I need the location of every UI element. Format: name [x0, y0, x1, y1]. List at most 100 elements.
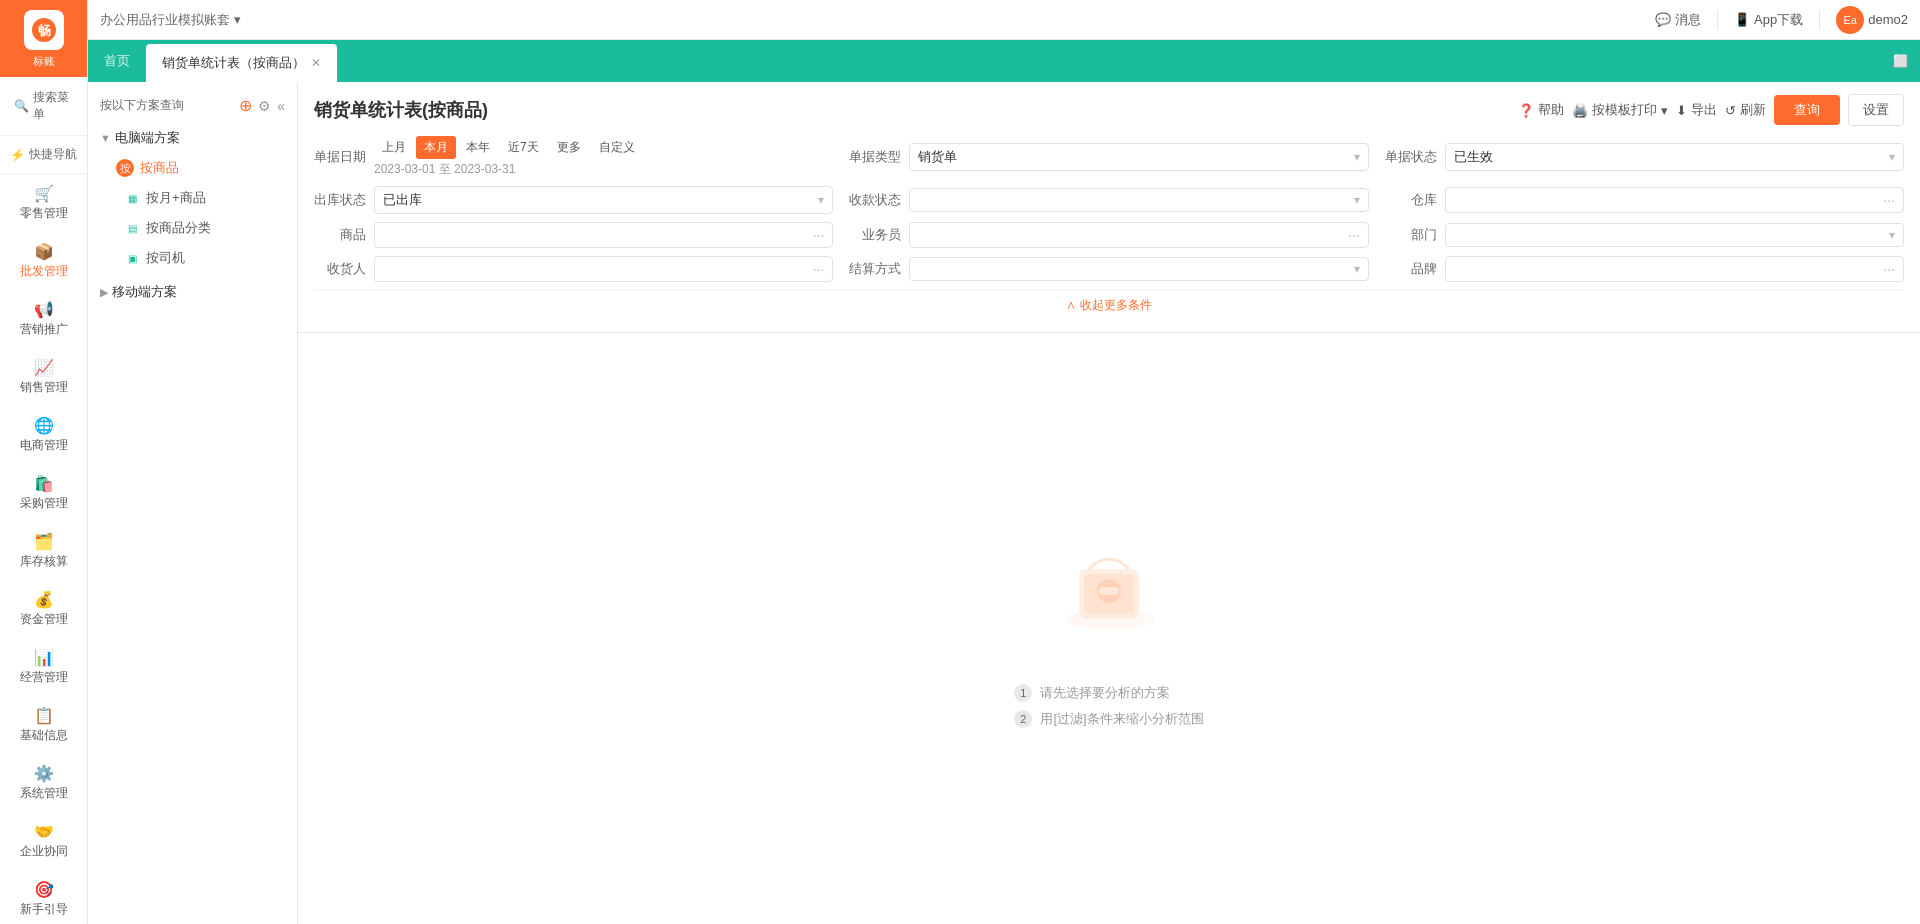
schema-item-by-cashier[interactable]: ▣ 按司机 — [88, 243, 297, 273]
tab-close-button[interactable]: ✕ — [311, 56, 321, 70]
tab-home[interactable]: 首页 — [88, 40, 146, 82]
by-product-label: 按商品 — [140, 159, 179, 177]
sidebar-item-enterprise[interactable]: 🤝 企业协同 — [0, 812, 87, 870]
sidebar-item-newbie[interactable]: 🎯 新手引导 — [0, 870, 87, 924]
sidebar-item-wholesale[interactable]: 📦 批发管理 — [0, 232, 87, 290]
schema-item-by-product[interactable]: 按 按商品 — [88, 153, 297, 183]
export-button[interactable]: ⬇ 导出 — [1676, 101, 1717, 119]
sidebar-item-marketing[interactable]: 📢 营销推广 — [0, 290, 87, 348]
operation-label: 经营管理 — [20, 669, 68, 686]
desktop-group-label: 电脑端方案 — [115, 129, 180, 147]
mobile-group-header[interactable]: ▶ 移动端方案 — [88, 277, 297, 307]
doc-status-control[interactable]: 已生效 ▾ — [1445, 143, 1904, 171]
filter-row-3: 商品 ··· 业务员 ··· 部门 — [314, 222, 1904, 248]
enterprise-icon: 🤝 — [34, 822, 54, 841]
schema-settings-button[interactable]: ⚙ — [258, 98, 271, 114]
date-tab-this-month[interactable]: 本月 — [416, 136, 456, 159]
doc-status-arrow: ▾ — [1889, 150, 1895, 164]
collapse-bar[interactable]: ∧ 收起更多条件 — [314, 290, 1904, 320]
separator — [1717, 10, 1718, 30]
sidebar-item-inventory[interactable]: 🗂️ 库存核算 — [0, 522, 87, 580]
download-icon: 📱 — [1734, 12, 1750, 27]
date-tab-last-month[interactable]: 上月 — [374, 136, 414, 159]
desktop-group-header[interactable]: ▼ 电脑端方案 — [88, 123, 297, 153]
nav-icon: ⚡ — [10, 148, 25, 162]
settings-button[interactable]: 设置 — [1848, 94, 1904, 126]
salesperson-filter-item: 业务员 ··· — [849, 222, 1368, 248]
out-status-control[interactable]: 已出库 ▾ — [374, 186, 833, 214]
industry-selector[interactable]: 办公用品行业模拟账套 ▾ — [100, 11, 241, 29]
product-dots: ··· — [813, 227, 825, 243]
date-tab-custom[interactable]: 自定义 — [591, 136, 643, 159]
sidebar-item-sales[interactable]: 📈 销售管理 — [0, 348, 87, 406]
print-button[interactable]: 🖨️ 按模板打印 ▾ — [1572, 101, 1668, 119]
department-control[interactable]: ▾ — [1445, 223, 1904, 247]
date-tab-this-year[interactable]: 本年 — [458, 136, 498, 159]
print-label: 按模板打印 — [1592, 101, 1657, 119]
marketing-icon: 📢 — [34, 300, 54, 319]
sidebar-item-operation[interactable]: 📊 经营管理 — [0, 638, 87, 696]
desktop-group-arrow: ▼ — [100, 132, 111, 144]
sidebar-item-system[interactable]: ⚙️ 系统管理 — [0, 754, 87, 812]
date-tabs: 上月 本月 本年 近7天 更多 自定义 — [374, 136, 833, 159]
purchase-label: 采购管理 — [20, 495, 68, 512]
date-tab-more[interactable]: 更多 — [549, 136, 589, 159]
user-name: demo2 — [1868, 12, 1908, 27]
sidebar: 畅 标账 🔍 搜索菜单 ⚡ 快捷导航 🛒 零售管理 📦 批发管理 📢 营销推广 — [0, 0, 88, 924]
message-button[interactable]: 💬 消息 — [1655, 11, 1701, 29]
sidebar-item-finance[interactable]: 💰 资金管理 — [0, 580, 87, 638]
search-icon: 🔍 — [14, 99, 29, 113]
help-button[interactable]: ❓ 帮助 — [1518, 101, 1564, 119]
doc-type-label: 单据类型 — [849, 148, 901, 166]
sidebar-item-ecommerce[interactable]: 🌐 电商管理 — [0, 406, 87, 464]
app-download-button[interactable]: 📱 App下载 — [1734, 11, 1803, 29]
inventory-icon: 🗂️ — [34, 532, 54, 551]
schema-item-by-category[interactable]: ▤ 按商品分类 — [88, 213, 297, 243]
ecommerce-icon: 🌐 — [34, 416, 54, 435]
warehouse-control[interactable]: ··· — [1445, 187, 1904, 213]
user-avatar: Ea — [1836, 6, 1864, 34]
consignee-control[interactable]: ··· — [374, 256, 833, 282]
refresh-button[interactable]: ↺ 刷新 — [1725, 101, 1766, 119]
sidebar-item-retail[interactable]: 🛒 零售管理 — [0, 174, 87, 232]
user-initial: Ea — [1844, 14, 1857, 26]
query-button[interactable]: 查询 — [1774, 95, 1840, 125]
out-status-filter-item: 出库状态 已出库 ▾ — [314, 186, 833, 214]
settlement-control[interactable]: ▾ — [909, 257, 1368, 281]
user-menu-button[interactable]: Ea demo2 — [1836, 6, 1908, 34]
sidebar-item-purchase[interactable]: 🛍️ 采购管理 — [0, 464, 87, 522]
add-schema-button[interactable]: ⊕ — [239, 96, 252, 115]
empty-illustration — [1049, 529, 1169, 668]
sidebar-item-basic[interactable]: 📋 基础信息 — [0, 696, 87, 754]
sales-icon: 📈 — [34, 358, 54, 377]
brand-dots: ··· — [1883, 261, 1895, 277]
brand-control[interactable]: ··· — [1445, 256, 1904, 282]
out-status-label: 出库状态 — [314, 191, 366, 209]
operation-icon: 📊 — [34, 648, 54, 667]
tip1-text: 请先选择要分析的方案 — [1040, 684, 1170, 702]
tab-home-label: 首页 — [104, 52, 130, 70]
marketing-label: 营销推广 — [20, 321, 68, 338]
date-tab-7days[interactable]: 近7天 — [500, 136, 547, 159]
basic-label: 基础信息 — [20, 727, 68, 744]
right-panel: 销货单统计表(按商品) ❓ 帮助 🖨️ 按模板打印 ▾ ⬇ 导出 — [298, 82, 1920, 924]
ecommerce-label: 电商管理 — [20, 437, 68, 454]
doc-type-control[interactable]: 销货单 ▾ — [909, 143, 1368, 171]
tab-report[interactable]: 销货单统计表（按商品） ✕ — [146, 44, 337, 82]
svg-rect-6 — [1099, 587, 1119, 595]
logo-text: 标账 — [33, 54, 55, 69]
schema-collapse-button[interactable]: « — [277, 98, 285, 114]
quick-nav-button[interactable]: ⚡ 快捷导航 — [0, 140, 87, 169]
product-control[interactable]: ··· — [374, 222, 833, 248]
salesperson-control[interactable]: ··· — [909, 222, 1368, 248]
receipt-status-control[interactable]: ▾ — [909, 188, 1368, 212]
mobile-group-label: 移动端方案 — [112, 283, 177, 301]
search-menu-section: 🔍 搜索菜单 — [0, 77, 87, 136]
search-menu-button[interactable]: 🔍 搜索菜单 — [10, 85, 77, 127]
doc-type-value: 销货单 — [918, 148, 1349, 166]
maximize-button[interactable]: ⬜ — [1893, 54, 1920, 68]
collapse-label: ∧ 收起更多条件 — [1066, 298, 1151, 312]
schema-item-by-month-product[interactable]: ▦ 按月+商品 — [88, 183, 297, 213]
filter-row-4: 收货人 ··· 结算方式 ▾ 品牌 — [314, 256, 1904, 282]
tabbar: 首页 销货单统计表（按商品） ✕ ⬜ — [88, 40, 1920, 82]
